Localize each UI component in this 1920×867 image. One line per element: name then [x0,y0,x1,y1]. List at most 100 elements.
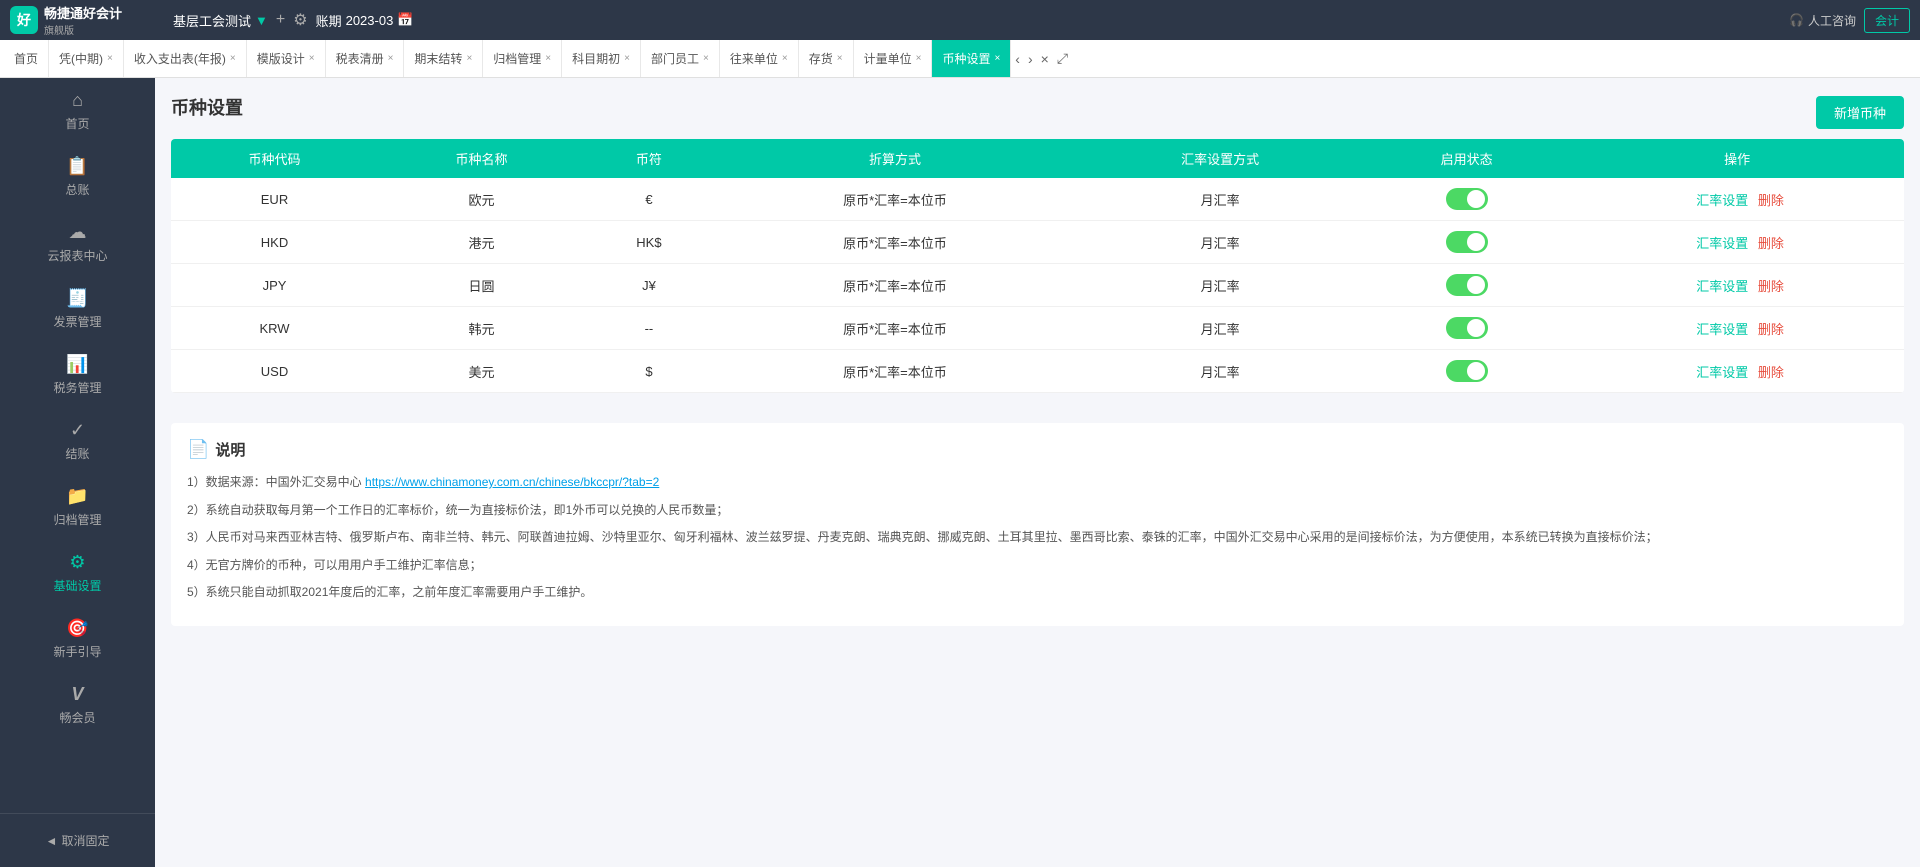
sidebar-item-home[interactable]: ⌂ 首页 [0,78,155,144]
settings-icon[interactable]: ⚙ [293,10,307,30]
currency-table: 币种代码 币种名称 币符 折算方式 汇率设置方式 启用状态 操作 EUR 欧元 … [171,139,1904,393]
cell-action: 汇率设置 删除 [1570,178,1904,221]
tab-prev-btn[interactable]: ‹ [1011,51,1024,67]
close-icon[interactable]: × [230,53,236,64]
delete-link[interactable]: 删除 [1758,193,1784,208]
close-icon[interactable]: × [309,53,315,64]
cell-method: 原币*汇率=本位币 [713,350,1077,393]
cell-status[interactable] [1363,307,1570,350]
headset-icon: 🎧 [1789,13,1804,27]
sidebar-item-tax-label: 税务管理 [53,379,101,396]
delete-link[interactable]: 删除 [1758,279,1784,294]
toggle-switch[interactable] [1446,317,1488,339]
table-row: HKD 港元 HK$ 原币*汇率=本位币 月汇率 汇率设置 删除 [171,221,1904,264]
close-icon[interactable]: × [107,53,113,64]
sidebar-item-reports-label: 云报表中心 [47,247,107,264]
tab-subject[interactable]: 科目期初 × [562,40,641,78]
sidebar-item-checkout[interactable]: ✓ 结账 [0,408,155,474]
period-value: 2023-03 [346,13,394,28]
sidebar-bottom: ◄ 取消固定 [0,813,155,867]
cell-status[interactable] [1363,264,1570,307]
col-action: 操作 [1570,139,1904,178]
rate-setting-link[interactable]: 汇率设置 [1696,236,1748,251]
content-area: 币种设置 新增币种 币种代码 币种名称 币符 折算方式 汇率设置方式 启用状态 … [155,78,1920,867]
tab-unit[interactable]: 计量单位 × [854,40,933,78]
cell-rate-type: 月汇率 [1077,178,1363,221]
notice-section: 📄 说明 1）数据来源：中国外汇交易中心 https://www.chinamo… [171,423,1904,626]
rate-setting-link[interactable]: 汇率设置 [1696,322,1748,337]
tab-next-btn[interactable]: › [1024,51,1037,67]
notice-title-text: 说明 [215,439,245,460]
period-info: 账期 2023-03 📅 [316,11,414,30]
cell-symbol: $ [585,350,713,393]
user-service-btn[interactable]: 🎧 人工咨询 [1789,12,1856,29]
tab-income[interactable]: 收入支出表(年报) × [124,40,247,78]
sidebar-item-tax[interactable]: 📊 税务管理 [0,342,155,408]
cell-status[interactable] [1363,350,1570,393]
sidebar-item-member[interactable]: V 畅会员 [0,672,155,738]
logo-text-group: 畅捷通好会计 旗舰版 [44,3,122,37]
toggle-switch[interactable] [1446,231,1488,253]
tab-template[interactable]: 模版设计 × [247,40,326,78]
rate-setting-link[interactable]: 汇率设置 [1696,365,1748,380]
tab-home-label: 首页 [14,50,38,67]
close-icon[interactable]: × [545,53,551,64]
rate-setting-link[interactable]: 汇率设置 [1696,279,1748,294]
tab-tax-table[interactable]: 税表清册 × [326,40,405,78]
col-name: 币种名称 [378,139,585,178]
tab-expand-btn[interactable]: ⤢ [1053,50,1072,67]
notice-title: 📄 说明 [187,439,1888,460]
sidebar-item-archive[interactable]: 📁 归档管理 [0,474,155,540]
tab-currency[interactable]: 币种设置 × [932,40,1011,78]
close-icon[interactable]: × [466,53,472,64]
new-currency-button[interactable]: 新增币种 [1816,96,1904,129]
cell-status[interactable] [1363,178,1570,221]
tab-voucher-label: 凭(中期) [59,50,103,67]
kuaiji-button[interactable]: 会计 [1864,8,1910,33]
tab-voucher[interactable]: 凭(中期) × [49,40,124,78]
close-icon[interactable]: × [388,53,394,64]
toggle-slider [1446,274,1488,296]
sidebar-item-guide[interactable]: 🎯 新手引导 [0,606,155,672]
toggle-switch[interactable] [1446,360,1488,382]
unpin-btn[interactable]: ◄ 取消固定 [0,824,155,857]
add-workspace-icon[interactable]: + [276,11,285,29]
cell-name: 美元 [378,350,585,393]
table-row: EUR 欧元 € 原币*汇率=本位币 月汇率 汇率设置 删除 [171,178,1904,221]
cell-name: 港元 [378,221,585,264]
col-symbol: 币符 [585,139,713,178]
delete-link[interactable]: 删除 [1758,322,1784,337]
sidebar-item-invoice[interactable]: 🧾 发票管理 [0,276,155,342]
close-icon[interactable]: × [837,53,843,64]
tab-archive[interactable]: 归档管理 × [483,40,562,78]
cell-status[interactable] [1363,221,1570,264]
tab-department[interactable]: 部门员工 × [641,40,720,78]
close-icon[interactable]: × [916,53,922,64]
workspace-selector[interactable]: 基层工会测试 ▼ [173,11,268,30]
sidebar-item-reports[interactable]: ☁ 云报表中心 [0,210,155,276]
tab-period-end[interactable]: 期末结转 × [404,40,483,78]
sidebar-item-settings[interactable]: ⚙ 基础设置 [0,540,155,606]
main-layout: ⌂ 首页 📋 总账 ☁ 云报表中心 🧾 发票管理 📊 税务管理 ✓ 结账 📁 归… [0,78,1920,867]
tab-inventory[interactable]: 存货 × [799,40,854,78]
calendar-icon[interactable]: 📅 [397,12,413,28]
notice-link[interactable]: https://www.chinamoney.com.cn/chinese/bk… [365,475,659,489]
cell-method: 原币*汇率=本位币 [713,221,1077,264]
close-icon[interactable]: × [782,53,788,64]
tab-home[interactable]: 首页 [4,40,49,78]
tab-partner[interactable]: 往来单位 × [720,40,799,78]
sidebar-item-member-label: 畅会员 [59,709,95,726]
checkout-icon: ✓ [70,420,85,441]
close-icon[interactable]: × [994,53,1000,64]
toggle-switch[interactable] [1446,274,1488,296]
delete-link[interactable]: 删除 [1758,236,1784,251]
delete-link[interactable]: 删除 [1758,365,1784,380]
toggle-switch[interactable] [1446,188,1488,210]
sidebar-item-ledger[interactable]: 📋 总账 [0,144,155,210]
tab-income-label: 收入支出表(年报) [134,50,226,67]
tab-close-all-btn[interactable]: × [1037,51,1053,67]
close-icon[interactable]: × [703,53,709,64]
cell-name: 欧元 [378,178,585,221]
close-icon[interactable]: × [624,53,630,64]
rate-setting-link[interactable]: 汇率设置 [1696,193,1748,208]
